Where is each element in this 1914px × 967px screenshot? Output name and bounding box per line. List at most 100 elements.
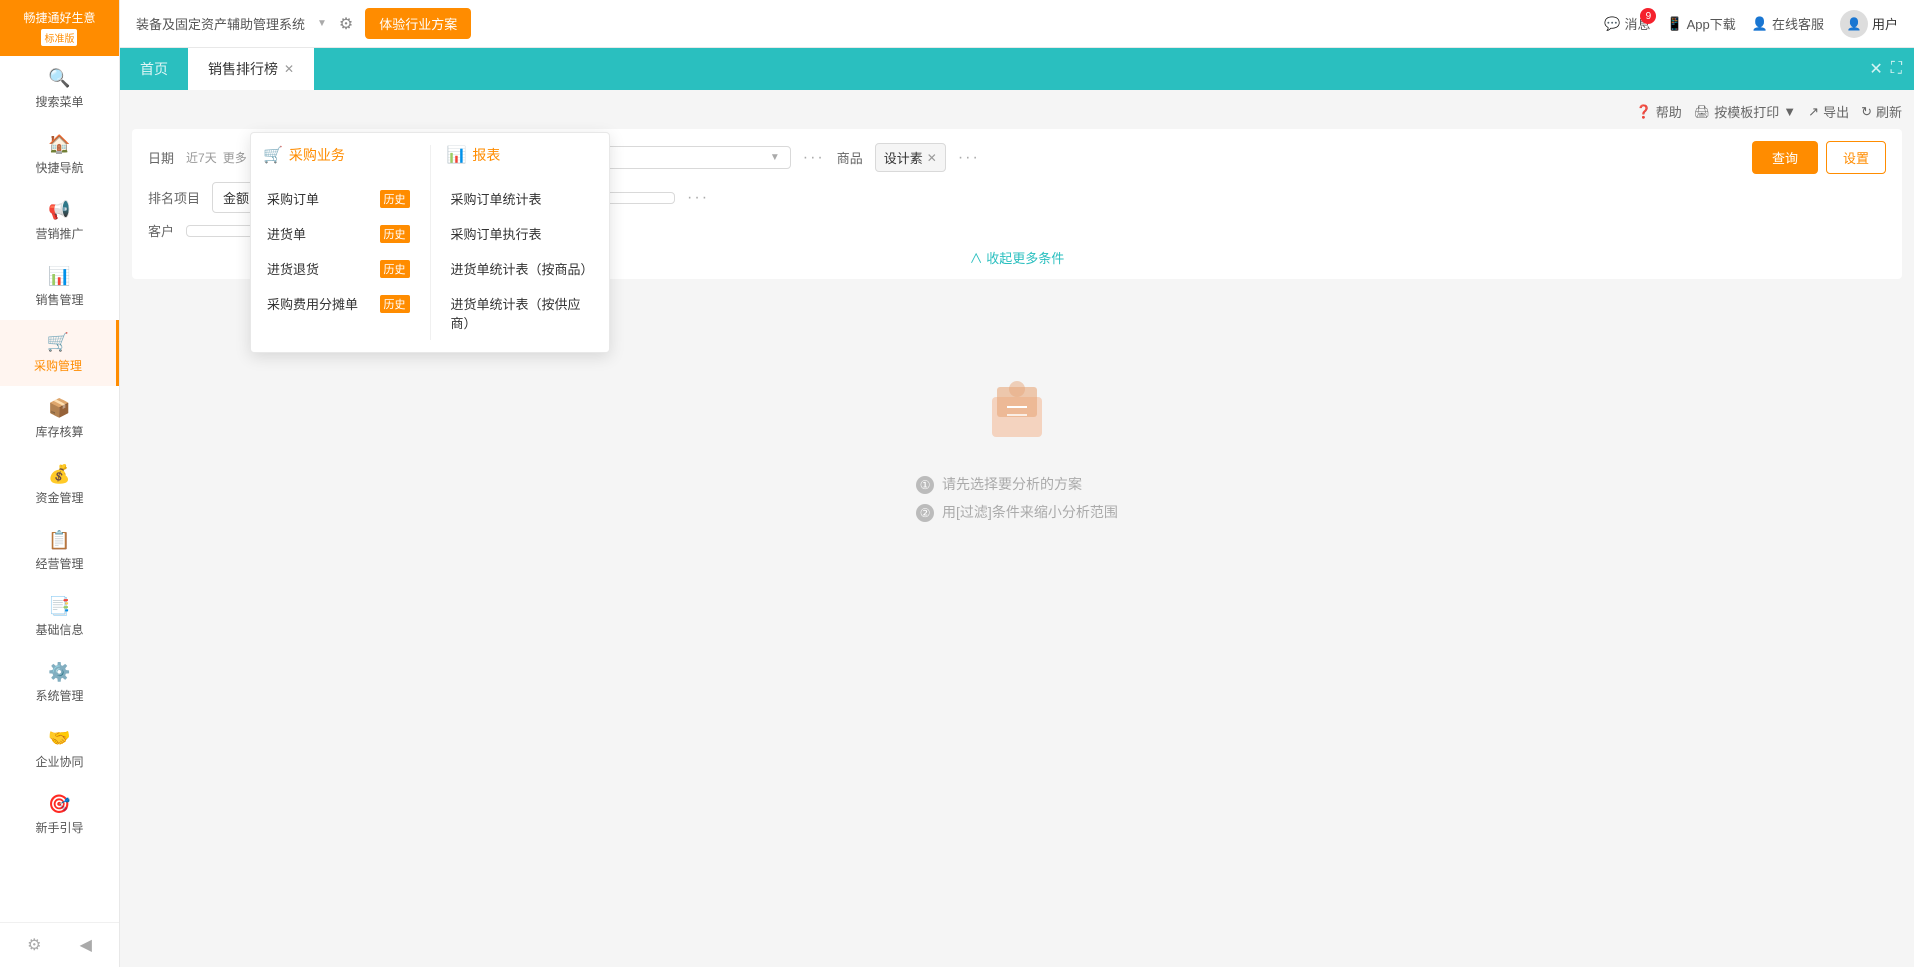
voucher-status-select[interactable]: ▼	[591, 146, 791, 169]
online-service-btn[interactable]: 👤 在线客服	[1752, 14, 1824, 33]
purchase-icon: 🛒	[47, 332, 69, 353]
inventory-icon: 📦	[48, 398, 70, 419]
purchase-return-item[interactable]: 进货退货 历史	[263, 251, 414, 286]
purchase-receipt-badge: 历史	[380, 225, 410, 243]
goods-tag: 设计素 ✕	[875, 143, 946, 172]
user-btn[interactable]: 👤 用户	[1840, 10, 1898, 38]
sidebar-collapse-btn[interactable]: ◀	[80, 935, 92, 955]
sidebar-item-marketing[interactable]: 📢 营销推广	[0, 188, 119, 254]
sidebar-item-guide[interactable]: 🎯 新手引导	[0, 782, 119, 848]
ranking-label: 排名项目	[148, 188, 200, 207]
voucher-select-arrow: ▼	[770, 152, 780, 163]
operation-icon: 📋	[48, 530, 70, 551]
phone-icon: 📱	[1666, 16, 1682, 32]
sidebar-item-base[interactable]: 📑 基础信息	[0, 584, 119, 650]
sidebar-logo-text: 畅捷通好生意	[23, 10, 95, 27]
chevron-down-icon: ▼	[317, 18, 327, 29]
sidebar-bottom: ⚙ ◀	[0, 922, 119, 967]
sidebar-item-enterprise[interactable]: 🤝 企业协同	[0, 716, 119, 782]
tab-close-icon[interactable]: ✕	[284, 62, 294, 76]
base-icon: 📑	[48, 596, 70, 617]
tabbar-expand-btn[interactable]: ⛶	[1891, 60, 1902, 78]
tab-home[interactable]: 首页	[120, 48, 188, 90]
sidebar-item-finance[interactable]: 💰 资金管理	[0, 452, 119, 518]
tabbar-close-btn[interactable]: ✕	[1869, 59, 1882, 79]
help-btn[interactable]: ❓ 帮助	[1636, 102, 1682, 121]
industry-btn[interactable]: 体验行业方案	[365, 8, 471, 39]
business-col-title: 🛒 采购业务	[263, 145, 414, 169]
sidebar-item-quick[interactable]: 🏠 快捷导航	[0, 122, 119, 188]
refresh-icon: ↻	[1861, 104, 1872, 120]
message-btn[interactable]: 💬 消息 9	[1604, 14, 1650, 33]
purchase-order-item[interactable]: 采购订单 历史	[263, 181, 414, 216]
topbar: 装备及固定资产辅助管理系统 ▼ ⚙ 体验行业方案 💬 消息 9 📱 App下载 …	[120, 0, 1914, 48]
sidebar-item-operation[interactable]: 📋 经营管理	[0, 518, 119, 584]
sidebar-item-search[interactable]: 🔍 搜索菜单	[0, 56, 119, 122]
collapse-btn[interactable]: ∧ 收起更多条件	[970, 248, 1065, 267]
service-icon: 👤	[1752, 16, 1768, 32]
content-area: ❓ 帮助 🖨 按模板打印 ▼ ↗ 导出 ↻ 刷新	[120, 90, 1914, 967]
query-btn[interactable]: 查询	[1752, 141, 1818, 174]
message-icon: 💬	[1604, 16, 1620, 32]
report-order-exec-item[interactable]: 采购订单执行表	[447, 216, 598, 251]
empty-num-1: ①	[916, 476, 934, 494]
report-receipt-goods-item[interactable]: 进货单统计表（按商品）	[447, 251, 598, 286]
marketing-icon: 📢	[48, 200, 70, 221]
date-shortcut-more[interactable]: 更多	[223, 149, 247, 166]
purchase-business-col: 🛒 采购业务 采购订单 历史 进货单 历史	[263, 145, 414, 340]
empty-num-2: ②	[916, 504, 934, 522]
print-btn[interactable]: 🖨 按模板打印 ▼	[1694, 102, 1796, 121]
export-btn[interactable]: ↗ 导出	[1808, 102, 1849, 121]
business-col-icon: 🛒	[263, 145, 283, 165]
empty-text: ① 请先选择要分析的方案 ② 用[过滤]条件来缩小分析范围	[916, 470, 1118, 526]
sidebar: 畅捷通好生意 标准版 🔍 搜索菜单 🏠 快捷导航 📢 营销推广 📊 销售管理 🛒…	[0, 0, 120, 967]
main-area: 装备及固定资产辅助管理系统 ▼ ⚙ 体验行业方案 💬 消息 9 📱 App下载 …	[120, 0, 1914, 967]
report-col-title: 📊 报表	[447, 145, 598, 169]
voucher-more-dots[interactable]: ···	[803, 149, 825, 167]
finance-icon: 💰	[48, 464, 70, 485]
sidebar-logo-badge: 标准版	[41, 29, 77, 46]
date-shortcut-7days[interactable]: 近7天	[186, 149, 217, 166]
purchase-order-badge: 历史	[380, 190, 410, 208]
help-icon: ❓	[1636, 104, 1652, 120]
enterprise-icon: 🤝	[48, 728, 70, 749]
dropdown-divider	[430, 145, 431, 340]
report-receipt-supplier-item[interactable]: 进货单统计表（按供应商）	[447, 286, 598, 340]
topbar-settings-icon[interactable]: ⚙	[339, 14, 353, 34]
tabbar: 首页 销售排行榜 ✕ ✕ ⛶	[120, 48, 1914, 90]
tabbar-right: ✕ ⛶	[1869, 59, 1914, 79]
report-order-stat-item[interactable]: 采购订单统计表	[447, 181, 598, 216]
topbar-right: 💬 消息 9 📱 App下载 👤 在线客服 👤 用户	[1604, 10, 1898, 38]
guide-icon: 🎯	[48, 794, 70, 815]
sidebar-item-inventory[interactable]: 📦 库存核算	[0, 386, 119, 452]
avatar: 👤	[1840, 10, 1868, 38]
sidebar-item-sales[interactable]: 📊 销售管理	[0, 254, 119, 320]
date-label: 日期	[148, 148, 174, 167]
tab-ranking[interactable]: 销售排行榜 ✕	[188, 48, 314, 90]
purchase-report-col: 📊 报表 采购订单统计表 采购订单执行表 进货单统计表（按商品）	[447, 145, 598, 340]
dropdown-cols: 🛒 采购业务 采购订单 历史 进货单 历史	[263, 145, 597, 340]
goods-label: 商品	[837, 148, 863, 167]
system-icon: ⚙️	[48, 662, 70, 683]
refresh-btn[interactable]: ↻ 刷新	[1861, 102, 1902, 121]
purchase-expense-item[interactable]: 采购费用分摊单 历史	[263, 286, 414, 321]
print-icon: 🖨	[1694, 104, 1711, 120]
sidebar-item-purchase[interactable]: 🛒 采购管理	[0, 320, 119, 386]
settings-btn[interactable]: 设置	[1826, 141, 1886, 174]
sidebar-settings-btn[interactable]: ⚙	[27, 935, 41, 955]
goods-tag-close[interactable]: ✕	[927, 151, 937, 165]
purchase-return-badge: 历史	[380, 260, 410, 278]
export-icon: ↗	[1808, 104, 1819, 120]
goods-more-dots[interactable]: ···	[958, 149, 980, 167]
report-col-icon: 📊	[447, 145, 467, 165]
salesperson-more-dots[interactable]: ···	[687, 189, 709, 207]
avatar-icon: 👤	[1847, 17, 1862, 31]
filter-toolbar: ❓ 帮助 🖨 按模板打印 ▼ ↗ 导出 ↻ 刷新	[132, 102, 1902, 121]
home-icon: 🏠	[48, 134, 70, 155]
app-download-btn[interactable]: 📱 App下载	[1666, 14, 1735, 33]
collapse-icon: ∧	[970, 251, 987, 266]
purchase-receipt-item[interactable]: 进货单 历史	[263, 216, 414, 251]
topbar-dropdown[interactable]: ▼	[317, 18, 327, 29]
sidebar-item-system[interactable]: ⚙️ 系统管理	[0, 650, 119, 716]
print-chevron-icon: ▼	[1783, 104, 1796, 119]
